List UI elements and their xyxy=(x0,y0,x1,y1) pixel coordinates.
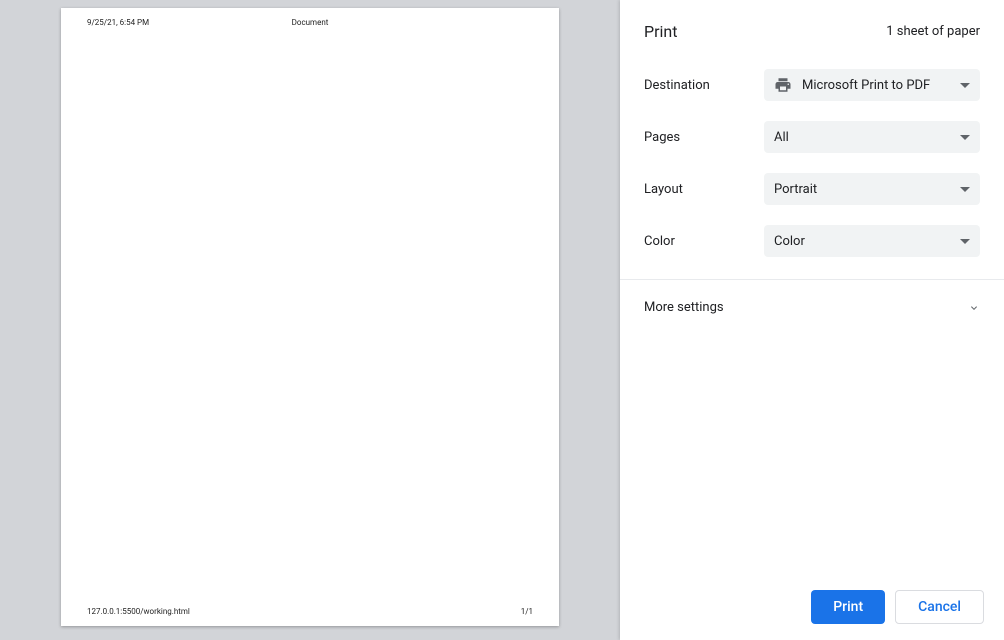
preview-page-footer: 127.0.0.1:5500/working.html 1/1 xyxy=(87,607,533,616)
preview-page-header: 9/25/21, 6:54 PM Document xyxy=(87,18,533,27)
sheet-count: 1 sheet of paper xyxy=(886,24,980,39)
caret-down-icon xyxy=(960,83,970,88)
print-settings-pane: Print 1 sheet of paper Destination Micro… xyxy=(620,0,1004,640)
color-select[interactable]: Color xyxy=(764,225,980,257)
preview-timestamp: 9/25/21, 6:54 PM xyxy=(87,18,149,27)
panel-title: Print xyxy=(644,22,677,41)
caret-down-icon xyxy=(960,135,970,140)
color-row: Color Color xyxy=(620,215,1004,267)
destination-label: Destination xyxy=(644,78,764,93)
print-preview-pane: 9/25/21, 6:54 PM Document 127.0.0.1:5500… xyxy=(0,0,620,640)
color-label: Color xyxy=(644,234,764,249)
layout-select[interactable]: Portrait xyxy=(764,173,980,205)
color-value: Color xyxy=(774,234,952,249)
settings-body: Destination Microsoft Print to PDF Pages… xyxy=(620,59,1004,574)
cancel-button[interactable]: Cancel xyxy=(895,590,984,624)
destination-select[interactable]: Microsoft Print to PDF xyxy=(764,69,980,101)
chevron-down-icon xyxy=(968,302,980,314)
preview-doc-title: Document xyxy=(292,18,329,27)
preview-page: 9/25/21, 6:54 PM Document 127.0.0.1:5500… xyxy=(61,8,559,626)
pages-label: Pages xyxy=(644,130,764,145)
pages-select[interactable]: All xyxy=(764,121,980,153)
caret-down-icon xyxy=(960,187,970,192)
print-button[interactable]: Print xyxy=(811,590,885,624)
preview-footer-url: 127.0.0.1:5500/working.html xyxy=(87,607,190,616)
destination-row: Destination Microsoft Print to PDF xyxy=(620,59,1004,111)
layout-label: Layout xyxy=(644,182,764,197)
layout-row: Layout Portrait xyxy=(620,163,1004,215)
printer-icon xyxy=(774,76,792,94)
layout-value: Portrait xyxy=(774,182,952,197)
more-settings-toggle[interactable]: More settings xyxy=(620,280,1004,335)
pages-row: Pages All xyxy=(620,111,1004,163)
pages-value: All xyxy=(774,130,952,145)
preview-page-indicator: 1/1 xyxy=(521,607,533,616)
more-settings-label: More settings xyxy=(644,300,724,315)
button-bar: Print Cancel xyxy=(620,574,1004,640)
destination-value: Microsoft Print to PDF xyxy=(802,78,952,93)
settings-header: Print 1 sheet of paper xyxy=(620,0,1004,59)
caret-down-icon xyxy=(960,239,970,244)
